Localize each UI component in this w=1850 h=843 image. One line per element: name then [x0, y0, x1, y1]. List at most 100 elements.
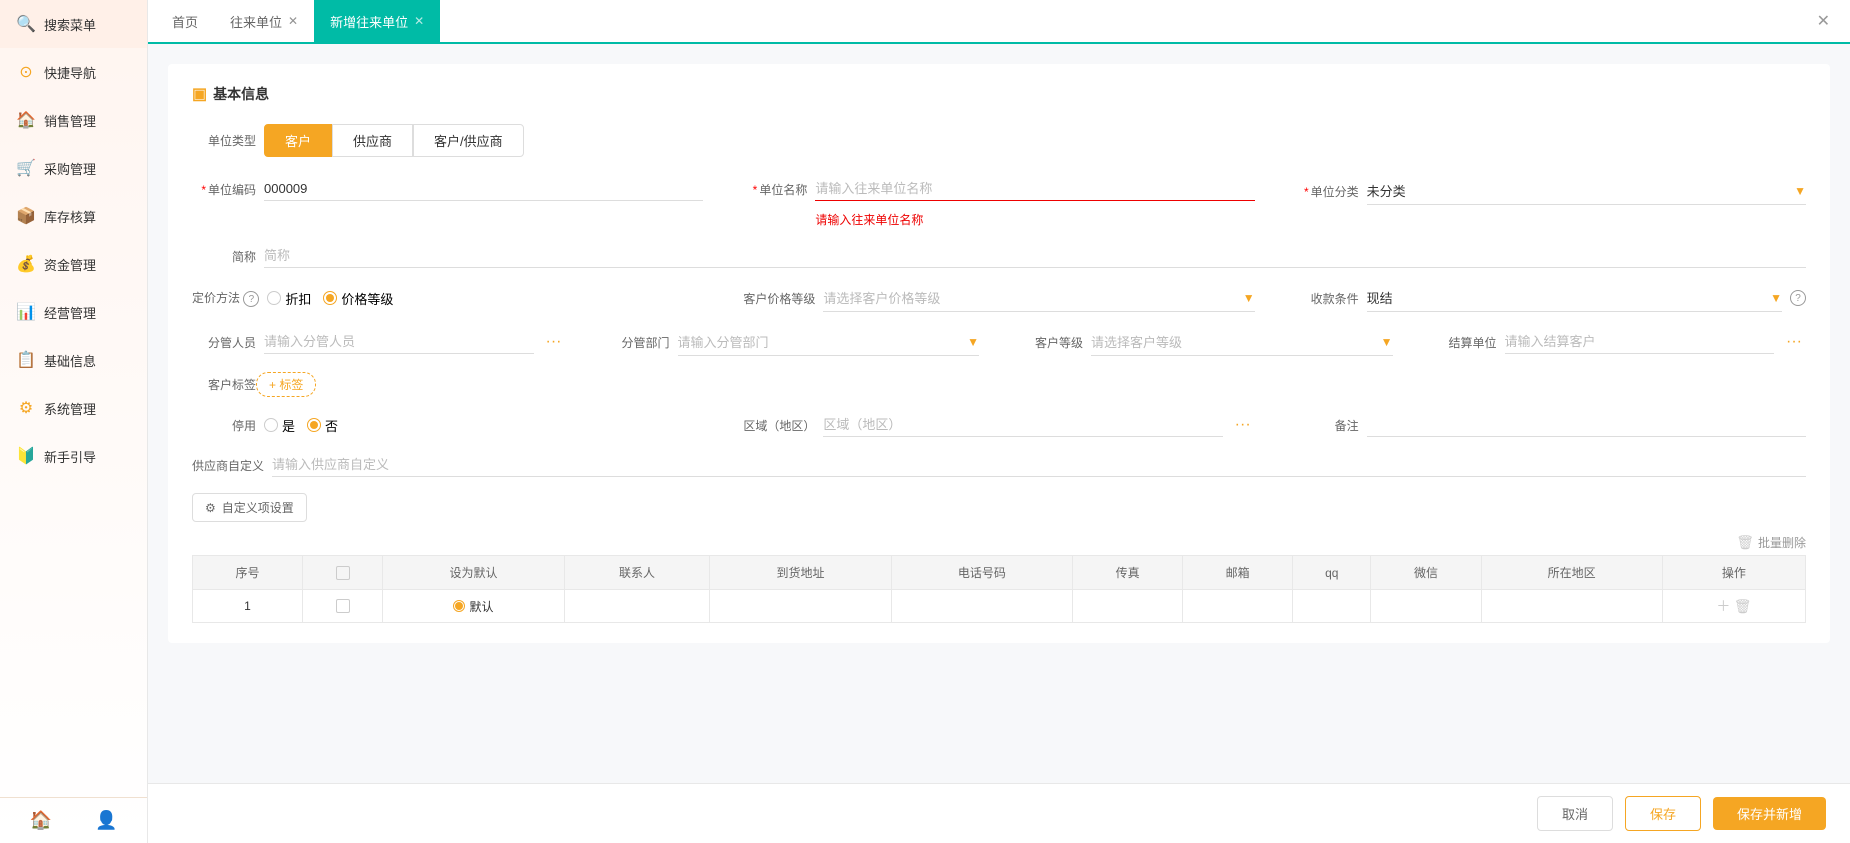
unit-type-both[interactable]: 客户/供应商 [413, 124, 524, 157]
sidebar-item-label: 搜索菜单 [44, 15, 96, 34]
sales-icon: 🏠 [16, 110, 36, 130]
form-card: ▣ 基本信息 单位类型 客户 供应商 客户/供应商 *单位编码 [168, 64, 1830, 643]
pricing-help-icon[interactable]: ? [243, 291, 259, 307]
customer-price-field: 客户价格等级 请选择客户价格等级 ▼ [743, 284, 1254, 312]
sidebar-item-label: 快捷导航 [44, 63, 96, 82]
sidebar-home-btn[interactable]: 🏠 [30, 810, 52, 831]
tab-home[interactable]: 首页 [156, 0, 214, 43]
row-address [710, 590, 891, 623]
radio-no[interactable]: 否 [307, 416, 338, 435]
sidebar-item-guide[interactable]: 🔰 新手引导 [0, 432, 147, 480]
batch-delete-icon: 🗑 [1736, 534, 1754, 551]
disabled-field: 停用 是 否 [192, 416, 703, 435]
customer-price-select[interactable]: 请选择客户价格等级 ▼ [823, 284, 1254, 312]
row-checkbox[interactable] [336, 599, 350, 613]
unit-type-supplier[interactable]: 供应商 [332, 124, 413, 157]
sidebar-item-quick-nav[interactable]: ⊙ 快捷导航 [0, 48, 147, 96]
sidebar-item-search[interactable]: 🔍 搜索菜单 [0, 0, 147, 48]
radio-price-level[interactable]: 价格等级 [323, 289, 393, 308]
row-shortname: 简称 [192, 244, 1806, 268]
unit-name-input[interactable] [815, 177, 1254, 201]
unit-category-select[interactable]: 未分类 ▼ [1367, 177, 1806, 205]
sidebar-item-label: 基础信息 [44, 351, 96, 370]
save-new-button[interactable]: 保存并新增 [1713, 797, 1826, 830]
radio-yes-circle [264, 418, 278, 432]
row-default-label: 默认 [469, 598, 493, 615]
sidebar-item-basic[interactable]: 📋 基础信息 [0, 336, 147, 384]
tab-new-partner[interactable]: 新增往来单位 ✕ [314, 0, 440, 43]
custom-settings-btn[interactable]: ⚙ 自定义项设置 [192, 493, 307, 522]
row-default-radio[interactable] [453, 600, 465, 612]
payment-terms-arrow: ▼ [1770, 291, 1782, 305]
col-phone: 电话号码 [891, 556, 1072, 590]
tab-bar-close-btn[interactable]: ✕ [1805, 11, 1842, 31]
region-more-btn[interactable]: ··· [1231, 416, 1255, 434]
contact-table: 序号 设为默认 联系人 到货地址 电话号码 传真 邮箱 qq 微信 所在地区 操… [192, 555, 1806, 623]
department-placeholder: 请输入分管部门 [678, 332, 964, 351]
row-email [1183, 590, 1293, 623]
payment-terms-label: 收款条件 [1295, 290, 1359, 307]
row-add-btn[interactable]: ＋ [1716, 598, 1730, 614]
sidebar-item-label: 系统管理 [44, 399, 96, 418]
col-region: 所在地区 [1481, 556, 1662, 590]
sidebar-item-label: 新手引导 [44, 447, 96, 466]
table-header-row: 序号 设为默认 联系人 到货地址 电话号码 传真 邮箱 qq 微信 所在地区 操… [193, 556, 1806, 590]
region-input[interactable] [823, 413, 1222, 437]
row-fax [1073, 590, 1183, 623]
manager-field: 分管人员 ··· [192, 330, 566, 354]
radio-discount-circle [267, 291, 281, 305]
unit-type-row: 单位类型 客户 供应商 客户/供应商 [192, 124, 1806, 157]
payment-terms-select[interactable]: 现结 ▼ [1367, 284, 1782, 312]
unit-name-label: *单位名称 [743, 181, 807, 198]
customer-level-select[interactable]: 请选择客户等级 ▼ [1091, 328, 1393, 356]
customer-level-placeholder: 请选择客户等级 [1091, 332, 1377, 351]
customer-price-arrow: ▼ [1243, 291, 1255, 305]
row-pricing: 定价方法 ? 折扣 价格等级 客户 [192, 284, 1806, 312]
radio-discount[interactable]: 折扣 [267, 289, 311, 308]
save-button[interactable]: 保存 [1625, 796, 1701, 831]
payment-terms-help[interactable]: ? [1790, 290, 1806, 306]
sidebar-item-inventory[interactable]: 📦 库存核算 [0, 192, 147, 240]
col-wechat: 微信 [1371, 556, 1481, 590]
unit-name-error: 请输入往来单位名称 [815, 211, 923, 228]
add-tag-btn[interactable]: + 标签 [256, 372, 316, 397]
manager-more-btn[interactable]: ··· [542, 333, 566, 351]
settlement-unit-more-btn[interactable]: ··· [1782, 333, 1806, 351]
department-arrow: ▼ [967, 335, 979, 349]
department-select[interactable]: 请输入分管部门 ▼ [678, 328, 980, 356]
customer-price-label: 客户价格等级 [743, 290, 815, 307]
manager-input[interactable] [264, 330, 534, 354]
sidebar-item-purchase[interactable]: 🛒 采购管理 [0, 144, 147, 192]
section-title-icon: ▣ [192, 84, 207, 104]
unit-category-field: *单位分类 未分类 ▼ [1295, 177, 1806, 205]
finance-icon: 💰 [16, 254, 36, 274]
quick-nav-icon: ⊙ [16, 62, 36, 82]
settlement-unit-input[interactable] [1505, 330, 1775, 354]
unit-code-input[interactable] [264, 177, 703, 201]
sidebar-item-operations[interactable]: 📊 经营管理 [0, 288, 147, 336]
row-tags: 客户标签 + 标签 [192, 372, 1806, 397]
supplier-custom-input[interactable] [272, 453, 1806, 477]
short-name-input[interactable] [264, 244, 1806, 268]
row-delete-btn[interactable]: 🗑 [1734, 598, 1752, 614]
tab-new-partner-close[interactable]: ✕ [414, 15, 424, 27]
radio-yes[interactable]: 是 [264, 416, 295, 435]
sidebar-item-system[interactable]: ⚙ 系统管理 [0, 384, 147, 432]
purchase-icon: 🛒 [16, 158, 36, 178]
custom-settings-label: 自定义项设置 [222, 499, 294, 516]
sidebar-item-sales[interactable]: 🏠 销售管理 [0, 96, 147, 144]
unit-type-label: 单位类型 [192, 132, 256, 149]
tab-bar: 首页 往来单位 ✕ 新增往来单位 ✕ ✕ [148, 0, 1850, 44]
unit-code-label: *单位编码 [192, 181, 256, 198]
tab-partners-close[interactable]: ✕ [288, 15, 298, 27]
row-no: 1 [193, 590, 303, 623]
cancel-button[interactable]: 取消 [1537, 796, 1613, 831]
header-checkbox[interactable] [336, 566, 350, 580]
col-qq: qq [1293, 556, 1371, 590]
payment-terms-field: 收款条件 现结 ▼ ? [1295, 284, 1806, 312]
sidebar-item-finance[interactable]: 💰 资金管理 [0, 240, 147, 288]
sidebar-user-btn[interactable]: 👤 [95, 810, 117, 831]
unit-type-customer[interactable]: 客户 [264, 124, 332, 157]
tab-partners[interactable]: 往来单位 ✕ [214, 0, 314, 43]
remark-input[interactable] [1367, 413, 1806, 437]
